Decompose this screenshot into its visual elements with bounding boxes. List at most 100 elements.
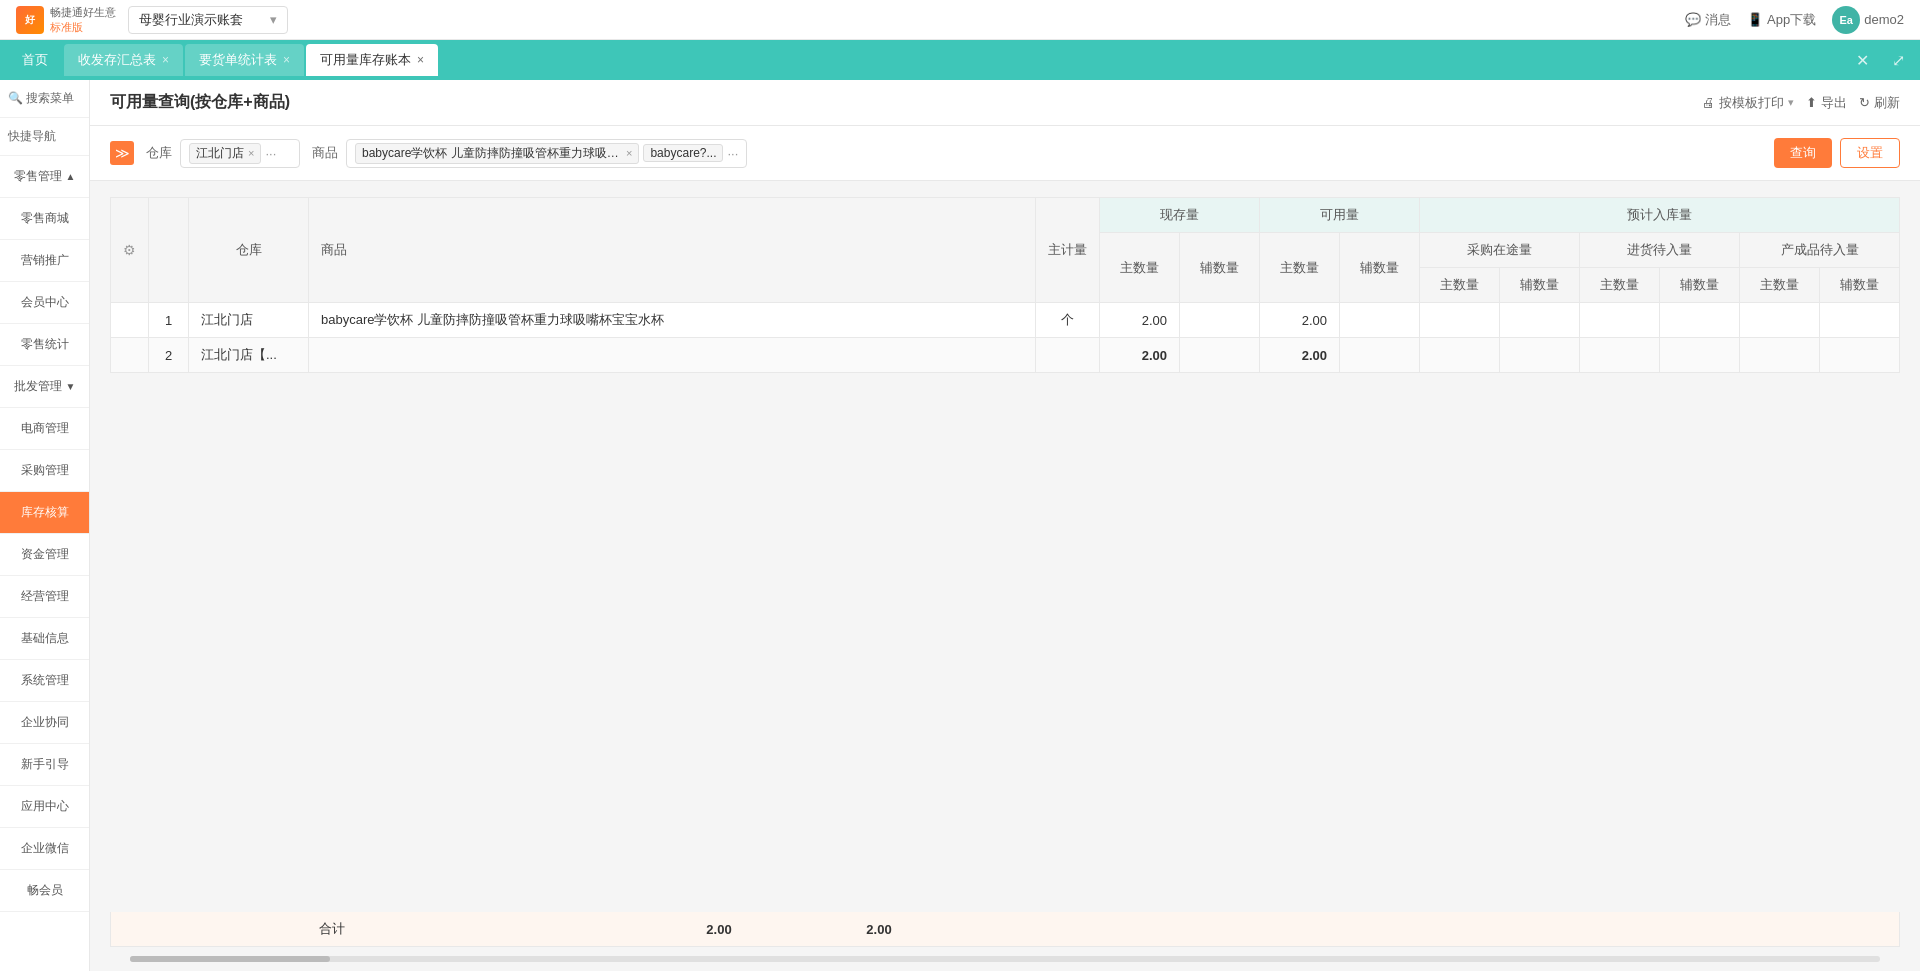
sidebar-search[interactable]: 🔍 搜索菜单 [0,80,89,118]
sidebar: 🔍 搜索菜单 快捷导航 零售管理 ▲ 零售商城 营销推广 会员中心 零售统计 批… [0,80,90,971]
th-warehouse: 仓库 [189,198,309,303]
user-menu[interactable]: Ea demo2 [1832,6,1904,34]
th-available-aux: 辅数量 [1340,233,1420,303]
data-table: ⚙ 仓库 商品 主计量 现存量 可用量 预计入库量 主数量 辅数量 主数量 [110,197,1900,373]
footer-label: 合计 [319,920,619,938]
top-bar: 好 畅捷通好生意 标准版 母婴行业演示账套 ▾ 💬 消息 📱 App下载 Ea … [0,0,1920,40]
tab-fullscreen-button[interactable]: ⤢ [1884,46,1912,74]
row-1-warehouse: 江北门店 [189,303,309,338]
sidebar-item-retail-mall[interactable]: 零售商城 [0,198,89,240]
tab-home[interactable]: 首页 [8,44,62,76]
row-2-available-main: 2.00 [1260,338,1340,373]
sidebar-item-retail-stats[interactable]: 零售统计 [0,324,89,366]
logo-area: 好 畅捷通好生意 标准版 [16,5,116,34]
th-incoming-main: 主数量 [1580,268,1660,303]
avatar: Ea [1832,6,1860,34]
row-1-purchase-aux [1500,303,1580,338]
sidebar-item-operation[interactable]: 经营管理 [0,576,89,618]
footer-available-total: 2.00 [839,922,919,937]
sidebar-item-appcenter[interactable]: 应用中心 [0,786,89,828]
th-product: 商品 [309,198,1036,303]
warehouse-input[interactable]: 江北门店 × ··· [180,139,300,168]
setting-button[interactable]: 设置 [1840,138,1900,168]
th-no [149,198,189,303]
content-area: 可用量查询(按仓库+商品) 🖨 按模板打印 ▾ ⬆ 导出 ↻ 刷新 ≫ [90,80,1920,971]
row-1-stock-main: 2.00 [1100,303,1180,338]
tab-3-close[interactable]: × [417,53,424,67]
sidebar-item-retail-mgmt[interactable]: 零售管理 ▲ [0,156,89,198]
tab-2-close[interactable]: × [283,53,290,67]
row-1-unit: 个 [1036,303,1100,338]
sidebar-quick-nav[interactable]: 快捷导航 [0,118,89,156]
sidebar-item-inventory[interactable]: 库存核算 [0,492,89,534]
filter-actions: 查询 设置 [1774,138,1900,168]
product-more-button[interactable]: ··· [727,146,738,161]
table-row: 2 江北门店【... 2.00 2.00 [111,338,1900,373]
row-1-production-main [1740,303,1820,338]
tab-1[interactable]: 收发存汇总表 × [64,44,183,76]
sidebar-item-newbie[interactable]: 新手引导 [0,744,89,786]
th-stock-group: 现存量 [1100,198,1260,233]
logo-icon: 好 [16,6,44,34]
row-1-product: babycare学饮杯 儿童防摔防撞吸管杯重力球吸嘴杯宝宝水杯 [309,303,1036,338]
chevron-icon: ▲ [66,171,76,182]
scroll-thumb[interactable] [130,956,330,962]
product-input[interactable]: babycare学饮杯 儿童防摔防撞吸管杯重力球吸嘴杯宝宝水杯 × babyca… [346,139,747,168]
footer-stock-total: 2.00 [679,922,759,937]
sidebar-item-wechat[interactable]: 企业微信 [0,828,89,870]
tab-1-close[interactable]: × [162,53,169,67]
sidebar-item-ecommerce[interactable]: 电商管理 [0,408,89,450]
message-button[interactable]: 💬 消息 [1685,11,1731,29]
row-1-incoming-aux [1660,303,1740,338]
column-settings-icon[interactable]: ⚙ [123,242,136,258]
row-2-available-aux [1340,338,1420,373]
sidebar-item-enterprise[interactable]: 企业协同 [0,702,89,744]
row-2-production-aux [1820,338,1900,373]
tab-close-all-button[interactable]: ✕ [1848,46,1876,74]
th-purchase-group: 采购在途量 [1420,233,1580,268]
product-tag-1: babycare学饮杯 儿童防摔防撞吸管杯重力球吸嘴杯宝宝水杯 × [355,143,639,164]
chevron-down-icon: ▾ [270,12,277,27]
th-unit: 主计量 [1036,198,1100,303]
print-button[interactable]: 🖨 按模板打印 ▾ [1702,94,1794,112]
row-1-no: 1 [149,303,189,338]
product-tag-1-close[interactable]: × [626,147,632,159]
warehouse-more-button[interactable]: ··· [265,146,276,161]
row-2-purchase-main [1420,338,1500,373]
table-row: 1 江北门店 babycare学饮杯 儿童防摔防撞吸管杯重力球吸嘴杯宝宝水杯 个… [111,303,1900,338]
row-2-production-main [1740,338,1820,373]
query-button[interactable]: 查询 [1774,138,1832,168]
row-1-available-main: 2.00 [1260,303,1340,338]
warehouse-tag-close[interactable]: × [248,147,254,159]
sidebar-item-wholesale[interactable]: 批发管理 ▼ [0,366,89,408]
row-2-no: 2 [149,338,189,373]
th-production-aux: 辅数量 [1820,268,1900,303]
tenant-selector[interactable]: 母婴行业演示账套 ▾ [128,6,288,34]
sidebar-item-system[interactable]: 系统管理 [0,660,89,702]
sidebar-item-marketing[interactable]: 营销推广 [0,240,89,282]
sidebar-item-member[interactable]: 会员中心 [0,282,89,324]
product-filter-group: 商品 babycare学饮杯 儿童防摔防撞吸管杯重力球吸嘴杯宝宝水杯 × bab… [312,139,747,168]
sidebar-item-purchase[interactable]: 采购管理 [0,450,89,492]
th-forecast-group: 预计入库量 [1420,198,1900,233]
row-1-stock-aux [1180,303,1260,338]
product-tag-2: babycare?... [643,144,723,162]
filter-toggle-button[interactable]: ≫ [110,141,134,165]
refresh-button[interactable]: ↻ 刷新 [1859,94,1900,112]
sidebar-item-basic[interactable]: 基础信息 [0,618,89,660]
page-title: 可用量查询(按仓库+商品) [110,92,290,113]
table-footer: 合计 2.00 2.00 [110,912,1900,947]
page-actions: 🖨 按模板打印 ▾ ⬆ 导出 ↻ 刷新 [1702,94,1900,112]
tab-3[interactable]: 可用量库存账本 × [306,44,438,76]
row-1-production-aux [1820,303,1900,338]
app-download-button[interactable]: 📱 App下载 [1747,11,1816,29]
sidebar-item-vip[interactable]: 畅会员 [0,870,89,912]
chevron-down-icon: ▾ [1788,96,1794,109]
tab-bar: 首页 收发存汇总表 × 要货单统计表 × 可用量库存账本 × ✕ ⤢ [0,40,1920,80]
scroll-track[interactable] [130,956,1880,962]
row-1-available-aux [1340,303,1420,338]
filter-area: ≫ 仓库 江北门店 × ··· 商品 babycare学饮杯 儿童防摔防撞吸管杯… [90,126,1920,181]
tab-2[interactable]: 要货单统计表 × [185,44,304,76]
sidebar-item-finance[interactable]: 资金管理 [0,534,89,576]
export-button[interactable]: ⬆ 导出 [1806,94,1847,112]
